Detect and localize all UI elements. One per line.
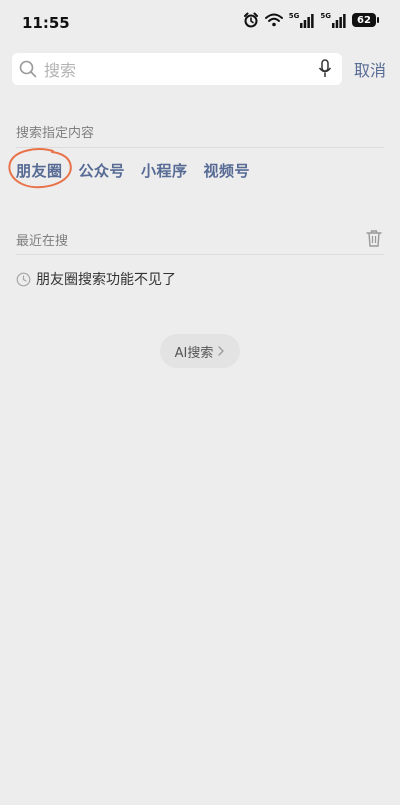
search-input[interactable]: [42, 53, 306, 87]
battery-level: 62: [357, 14, 371, 26]
divider: [16, 254, 384, 255]
trash-icon[interactable]: [366, 229, 382, 247]
status-bar: 11:55 5G 5G 62: [0, 0, 400, 44]
recent-searches-label: 最近在搜: [16, 234, 69, 249]
category-channels[interactable]: 视频号: [204, 160, 251, 181]
alarm-icon: [243, 12, 258, 28]
clock-icon: [16, 272, 31, 286]
chevron-right-icon: [218, 346, 225, 356]
cancel-button[interactable]: 取消: [354, 57, 386, 81]
divider: [16, 147, 384, 148]
status-time: 11:55: [22, 14, 70, 32]
battery-icon: 62: [352, 13, 379, 27]
specified-content-label: 搜索指定内容: [16, 126, 95, 141]
signal-5g-icon: 5G: [320, 12, 346, 28]
microphone-icon[interactable]: [318, 59, 332, 79]
ai-search-label: AI搜索: [174, 345, 214, 361]
category-official-accounts[interactable]: 公众号: [79, 160, 126, 181]
recent-search-text: 朋友圈搜索功能不见了: [36, 272, 176, 288]
ai-search-button[interactable]: AI搜索: [160, 334, 240, 368]
search-icon: [19, 60, 37, 78]
category-row: 朋友圈 公众号 小程序 视频号: [16, 160, 250, 181]
category-moments[interactable]: 朋友圈: [16, 160, 63, 181]
wifi-icon: [264, 13, 283, 27]
recent-search-item[interactable]: 朋友圈搜索功能不见了: [16, 269, 176, 289]
search-row: 取消: [12, 53, 388, 87]
search-box[interactable]: [12, 53, 342, 87]
category-mini-programs[interactable]: 小程序: [141, 160, 188, 181]
status-icons: 5G 5G 62: [243, 12, 379, 28]
signal-5g-icon: 5G: [289, 12, 315, 28]
